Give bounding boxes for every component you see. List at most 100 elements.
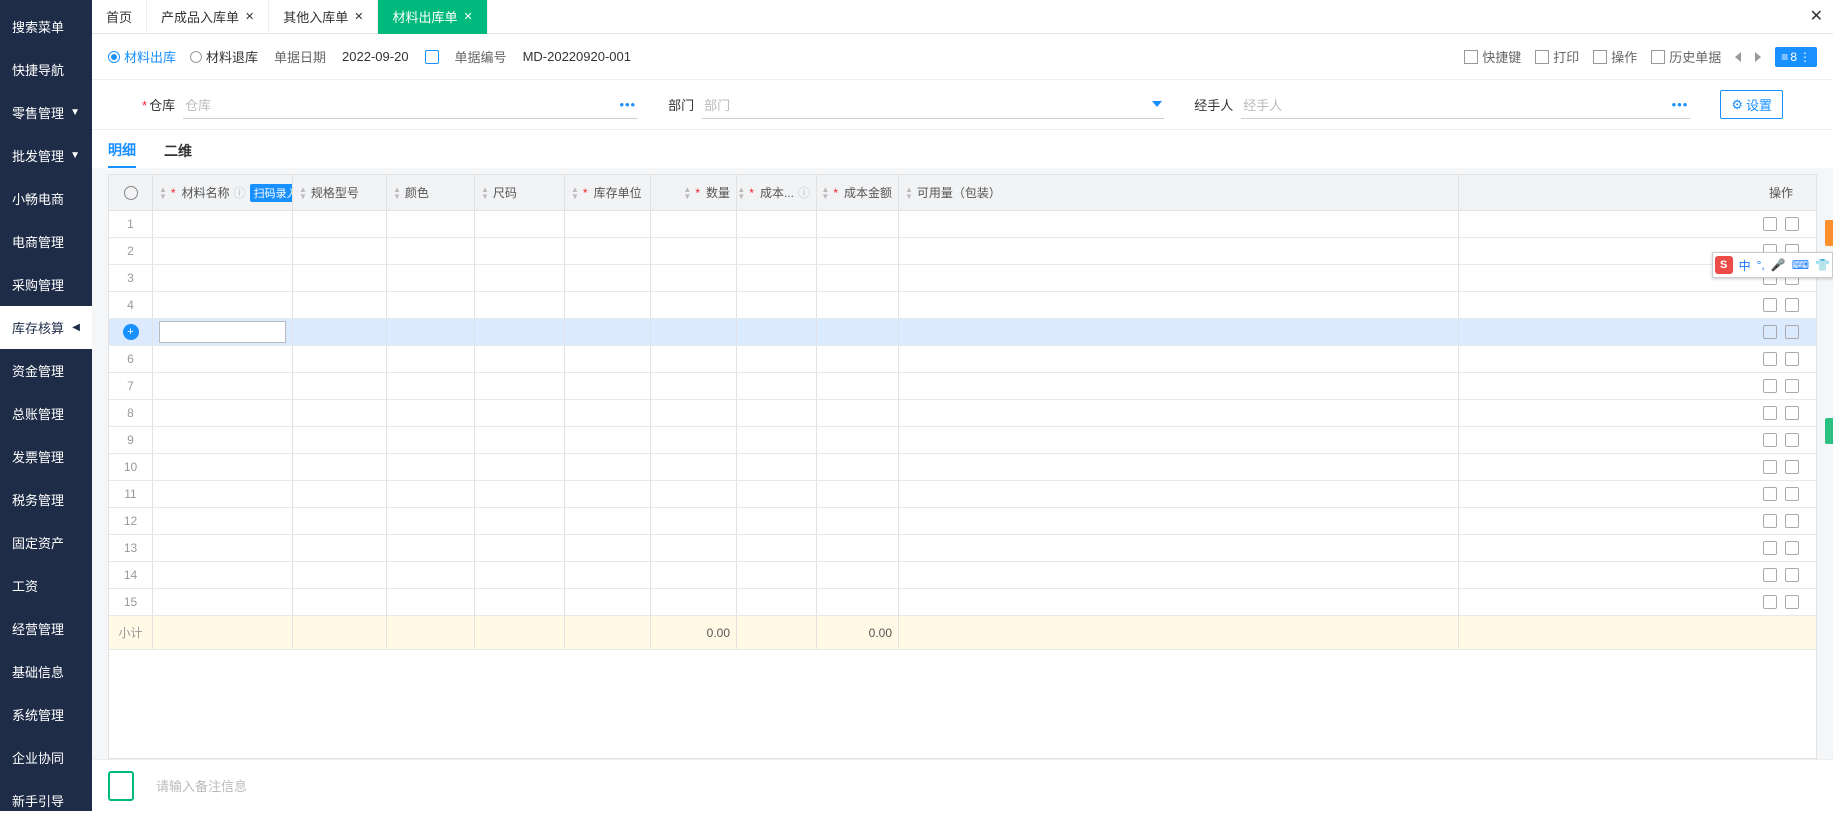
table-row[interactable]: 2	[109, 238, 1816, 265]
sidebar-item-system[interactable]: 系统管理	[0, 693, 92, 736]
ime-keyboard-icon[interactable]: ⌨	[1792, 258, 1809, 272]
sort-icon[interactable]: ▲▼	[299, 186, 307, 200]
settings-button[interactable]: ⚙设置	[1720, 90, 1783, 119]
print-button[interactable]: 打印	[1535, 47, 1579, 66]
subtab-detail[interactable]: 明细	[108, 140, 136, 168]
sort-icon[interactable]: ▲▼	[737, 186, 745, 200]
table-row[interactable]: 11	[109, 481, 1816, 508]
delete-icon[interactable]	[1763, 433, 1777, 447]
table-row[interactable]: 8	[109, 400, 1816, 427]
delete-icon[interactable]	[1763, 460, 1777, 474]
add-row-icon[interactable]: +	[123, 324, 139, 340]
close-icon[interactable]: ✕	[354, 10, 363, 23]
help-icon[interactable]: ⓘ	[234, 184, 246, 201]
table-row[interactable]: 9	[109, 427, 1816, 454]
tab-material-out[interactable]: 材料出库单✕	[378, 0, 487, 34]
sidebar-item-tax[interactable]: 税务管理	[0, 478, 92, 521]
ime-lang[interactable]: 中	[1739, 257, 1751, 274]
delete-icon[interactable]	[1763, 514, 1777, 528]
ime-mic-icon[interactable]: 🎤	[1771, 258, 1786, 272]
table-row[interactable]: 6	[109, 346, 1816, 373]
sort-icon[interactable]: ▲▼	[683, 186, 691, 200]
copy-icon[interactable]	[1785, 298, 1799, 312]
chevron-down-icon[interactable]	[1152, 101, 1162, 107]
sidebar-item-wholesale[interactable]: 批发管理▼	[0, 134, 92, 177]
sidebar-item-ecom1[interactable]: 小畅电商	[0, 177, 92, 220]
copy-icon[interactable]	[1785, 541, 1799, 555]
delete-icon[interactable]	[1763, 595, 1777, 609]
note-icon[interactable]	[108, 771, 134, 801]
date-value[interactable]: 2022-09-20	[342, 49, 409, 64]
handler-input[interactable]: 经手人•••	[1241, 91, 1690, 119]
more-icon[interactable]: •••	[1672, 97, 1689, 112]
copy-icon[interactable]	[1785, 514, 1799, 528]
copy-icon[interactable]	[1785, 379, 1799, 393]
sidebar-item-basics[interactable]: 基础信息	[0, 650, 92, 693]
delete-icon[interactable]	[1763, 541, 1777, 555]
copy-icon[interactable]	[1785, 460, 1799, 474]
sidebar-item-guide[interactable]: 新手引导	[0, 779, 92, 822]
delete-icon[interactable]	[1763, 406, 1777, 420]
sidebar-item-inventory[interactable]: 库存核算◀	[0, 306, 92, 349]
table-row[interactable]: 7	[109, 373, 1816, 400]
radio-material-return[interactable]: 材料退库	[190, 47, 258, 66]
delete-icon[interactable]	[1763, 325, 1777, 339]
scan-tag[interactable]: 扫码录入	[250, 184, 293, 202]
copy-icon[interactable]	[1785, 487, 1799, 501]
close-all-icon[interactable]: ✕	[1810, 6, 1823, 26]
ime-punct-icon[interactable]: °,	[1757, 258, 1765, 272]
shortcut-button[interactable]: 快捷键	[1464, 47, 1521, 66]
next-arrow-icon[interactable]	[1755, 52, 1761, 62]
sort-icon[interactable]: ▲▼	[159, 186, 167, 200]
copy-icon[interactable]	[1785, 433, 1799, 447]
copy-icon[interactable]	[1785, 595, 1799, 609]
delete-icon[interactable]	[1763, 217, 1777, 231]
sidebar-item-funds[interactable]: 资金管理	[0, 349, 92, 392]
sidebar-item-business[interactable]: 经营管理	[0, 607, 92, 650]
operate-button[interactable]: 操作	[1593, 47, 1637, 66]
side-tab-orange[interactable]	[1825, 220, 1833, 246]
tab-home[interactable]: 首页	[92, 0, 147, 34]
dept-input[interactable]: 部门	[702, 91, 1164, 119]
table-row[interactable]: 10	[109, 454, 1816, 481]
copy-icon[interactable]	[1785, 406, 1799, 420]
table-row[interactable]: 3	[109, 265, 1816, 292]
sort-icon[interactable]: ▲▼	[393, 186, 401, 200]
sidebar-item-ecom2[interactable]: 电商管理	[0, 220, 92, 263]
table-row[interactable]: 14	[109, 562, 1816, 589]
side-tab-green[interactable]	[1825, 418, 1833, 444]
warehouse-input[interactable]: 仓库•••	[183, 91, 638, 119]
delete-icon[interactable]	[1763, 487, 1777, 501]
material-name-input[interactable]	[159, 321, 286, 343]
sidebar-item-retail[interactable]: 零售管理▼	[0, 91, 92, 134]
sidebar-item-ledger[interactable]: 总账管理	[0, 392, 92, 435]
copy-icon[interactable]	[1785, 325, 1799, 339]
calendar-icon[interactable]	[425, 50, 439, 64]
close-icon[interactable]: ✕	[245, 10, 254, 23]
sidebar-item-collab[interactable]: 企业协同	[0, 736, 92, 779]
delete-icon[interactable]	[1763, 352, 1777, 366]
table-row[interactable]: 13	[109, 535, 1816, 562]
subtab-2d[interactable]: 二维	[164, 141, 192, 167]
remark-input[interactable]: 请输入备注信息	[150, 770, 1817, 801]
radio-material-out[interactable]: 材料出库	[108, 47, 176, 66]
delete-icon[interactable]	[1763, 568, 1777, 582]
ime-skin-icon[interactable]: 👕	[1815, 258, 1830, 272]
sidebar-item-invoice[interactable]: 发票管理	[0, 435, 92, 478]
gear-icon[interactable]	[124, 186, 138, 200]
table-row[interactable]: 1	[109, 211, 1816, 238]
prev-arrow-icon[interactable]	[1735, 52, 1741, 62]
sort-icon[interactable]: ▲▼	[571, 186, 579, 200]
sort-icon[interactable]: ▲▼	[905, 186, 913, 200]
sidebar-item-assets[interactable]: 固定资产	[0, 521, 92, 564]
table-row[interactable]: +	[109, 319, 1816, 346]
copy-icon[interactable]	[1785, 217, 1799, 231]
sort-icon[interactable]: ▲▼	[821, 186, 829, 200]
copy-icon[interactable]	[1785, 568, 1799, 582]
sidebar-item-salary[interactable]: 工资	[0, 564, 92, 607]
table-row[interactable]: 15	[109, 589, 1816, 616]
sidebar-item-search-menu[interactable]: 搜索菜单	[0, 5, 92, 48]
close-icon[interactable]: ✕	[464, 10, 473, 23]
table-row[interactable]: 12	[109, 508, 1816, 535]
sidebar-item-quick-nav[interactable]: 快捷导航	[0, 48, 92, 91]
